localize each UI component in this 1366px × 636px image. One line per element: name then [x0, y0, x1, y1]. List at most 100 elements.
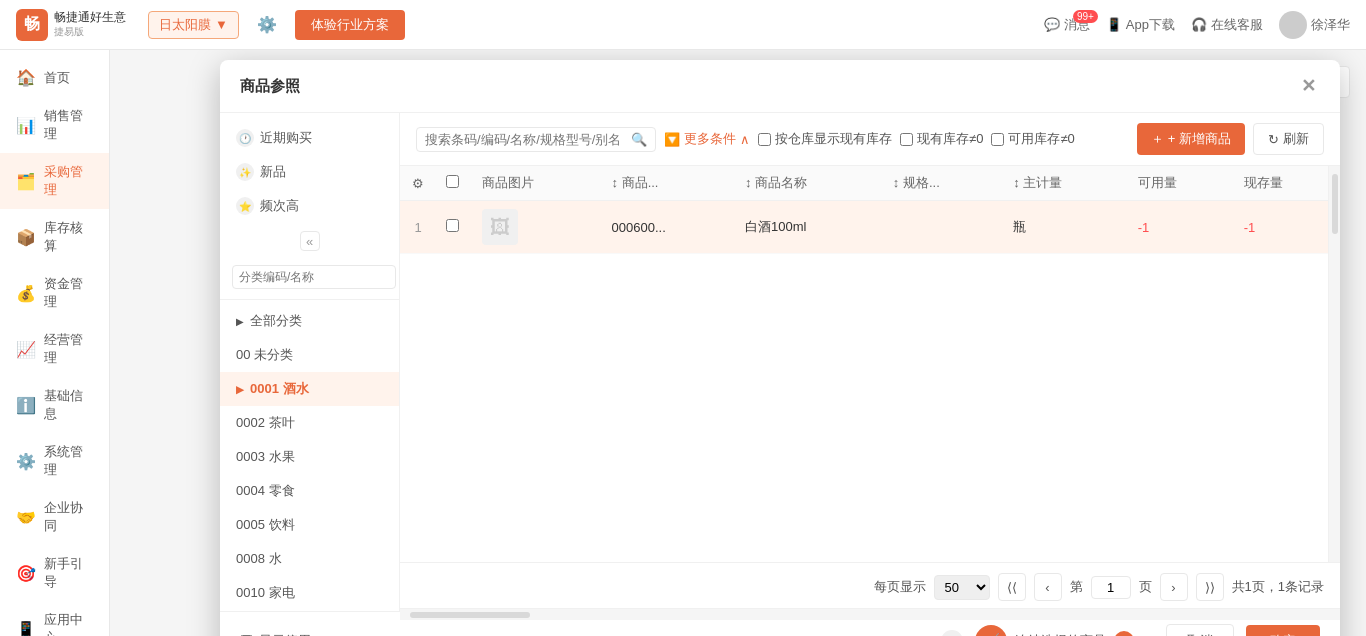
- sidebar-label: 新手引导: [44, 555, 93, 591]
- message-badge: 99+: [1073, 10, 1098, 23]
- sidebar-item-enterprise[interactable]: 🤝 企业协同: [0, 489, 109, 545]
- sidebar-item-finance[interactable]: 💰 资金管理: [0, 265, 109, 321]
- app-download-button[interactable]: 📱 App下载: [1106, 16, 1175, 34]
- col-name[interactable]: ↕ 商品名称: [735, 166, 883, 201]
- add-product-button[interactable]: ＋ + 新增商品: [1137, 123, 1245, 155]
- info-icon: ℹ️: [16, 396, 36, 415]
- high-frequency-filter[interactable]: ⭐ 频次高: [220, 189, 399, 223]
- first-page-button[interactable]: ⟨⟨: [998, 573, 1026, 601]
- category-search-row: 🔍: [220, 259, 399, 295]
- sidebar-label: 库存核算: [44, 219, 93, 255]
- sidebar-item-system[interactable]: ⚙️ 系统管理: [0, 433, 109, 489]
- category-label: 0008 水: [236, 550, 282, 568]
- sidebar-item-purchase[interactable]: 🗂️ 采购管理: [0, 153, 109, 209]
- category-0004[interactable]: 0004 零食: [220, 474, 399, 508]
- product-search-wrap: 🔍: [416, 127, 656, 152]
- pagination: 每页显示 10 20 50 100 ⟨⟨ ‹ 第 页 › ⟩⟩: [400, 562, 1340, 611]
- category-all[interactable]: ▶ 全部分类: [220, 304, 399, 338]
- messages-button[interactable]: 💬 消息 99+: [1044, 16, 1090, 34]
- category-label: 全部分类: [250, 312, 302, 330]
- category-label: 00 未分类: [236, 346, 293, 364]
- new-icon: ✨: [236, 163, 254, 181]
- toolbar-right: ＋ + 新增商品 ↻ 刷新: [1137, 123, 1324, 155]
- checkbox-warehouse-stock[interactable]: 按仓库显示现有库存: [758, 130, 892, 148]
- cart-icon[interactable]: 🛒: [975, 625, 1007, 636]
- user-profile[interactable]: 徐泽华: [1279, 11, 1350, 39]
- chevron-up-icon[interactable]: ∧: [1142, 632, 1154, 637]
- col-unit[interactable]: ↕ 主计量: [1003, 166, 1127, 201]
- category-search-input[interactable]: [232, 265, 396, 289]
- right-panel: 🔍 🔽 更多条件 ∧ 按仓库显示现有库存: [400, 113, 1340, 611]
- home-icon: 🏠: [16, 68, 36, 87]
- next-page-button[interactable]: ›: [1160, 573, 1188, 601]
- col-image: 商品图片: [472, 166, 602, 201]
- dialog-close-button[interactable]: ✕: [1296, 74, 1320, 98]
- store-selector[interactable]: 日太阳膜 ▼: [148, 11, 239, 39]
- vertical-scrollbar[interactable]: [1328, 166, 1340, 562]
- sidebar-item-apps[interactable]: 📱 应用中心: [0, 601, 109, 636]
- purchase-icon: 🗂️: [16, 172, 36, 191]
- sidebar-item-home[interactable]: 🏠 首页: [0, 58, 109, 97]
- sidebar-label: 资金管理: [44, 275, 93, 311]
- enterprise-icon: 🤝: [16, 508, 36, 527]
- product-search-input[interactable]: [425, 132, 625, 147]
- cart-count: 0: [1114, 631, 1134, 636]
- sidebar-item-inventory[interactable]: 📦 库存核算: [0, 209, 109, 265]
- main-content: 查询 设置 刷新 商品参照 ✕ 🕐 近期购买 ✨: [110, 50, 1366, 636]
- online-service-button[interactable]: 🎧 在线客服: [1191, 16, 1263, 34]
- table-row[interactable]: 1 🖼 000600... 白酒100ml 瓶 -1: [400, 201, 1340, 254]
- search-icon[interactable]: 🔍: [631, 132, 647, 147]
- row-checkbox-cell[interactable]: [436, 201, 472, 254]
- col-code[interactable]: ↕ 商品...: [602, 166, 736, 201]
- col-available: 可用量: [1128, 166, 1234, 201]
- row-stock-cell: -1: [1234, 201, 1340, 254]
- select-all-checkbox[interactable]: [446, 175, 459, 188]
- col-settings[interactable]: ⚙: [400, 166, 436, 201]
- arrow-right-icon: ▶: [236, 384, 244, 395]
- category-label: 0002 茶叶: [236, 414, 295, 432]
- category-0010[interactable]: 0010 家电: [220, 576, 399, 610]
- prev-page-button[interactable]: ‹: [1034, 573, 1062, 601]
- recent-purchase-filter[interactable]: 🕐 近期购买: [220, 121, 399, 155]
- logo-area: 畅 畅捷通好生意 捷易版: [16, 9, 136, 41]
- message-icon: 💬: [1044, 17, 1060, 32]
- help-icon[interactable]: ?: [941, 630, 963, 636]
- checkbox-stock-not-zero[interactable]: 现有库存≠0: [900, 130, 983, 148]
- sidebar-item-guide[interactable]: 🎯 新手引导: [0, 545, 109, 601]
- per-page-label: 每页显示: [874, 578, 926, 596]
- page-size-select[interactable]: 10 20 50 100: [934, 575, 990, 600]
- logo-icon: 畅: [16, 9, 48, 41]
- sidebar-item-operations[interactable]: 📈 经营管理: [0, 321, 109, 377]
- filter-bar: 🔍 🔽 更多条件 ∧ 按仓库显示现有库存: [400, 113, 1340, 166]
- trial-button[interactable]: 体验行业方案: [295, 10, 405, 40]
- more-conditions-button[interactable]: 🔽 更多条件 ∧: [664, 130, 750, 148]
- product-reference-dialog: 商品参照 ✕ 🕐 近期购买 ✨ 新品 ⭐ 频次: [220, 60, 1340, 636]
- col-select-all[interactable]: [436, 166, 472, 201]
- settings-icon[interactable]: ⚙️: [251, 9, 283, 41]
- left-panel: 🕐 近期购买 ✨ 新品 ⭐ 频次高 «: [220, 113, 400, 611]
- category-0001[interactable]: ▶ 0001 酒水: [220, 372, 399, 406]
- show-disabled-checkbox[interactable]: 显示停用: [240, 632, 311, 636]
- row-spec-cell: [883, 201, 1003, 254]
- horizontal-scrollbar[interactable]: [400, 608, 1340, 611]
- page-input[interactable]: [1091, 576, 1131, 599]
- row-checkbox[interactable]: [446, 219, 459, 232]
- category-0005[interactable]: 0005 饮料: [220, 508, 399, 542]
- category-0002[interactable]: 0002 茶叶: [220, 406, 399, 440]
- category-0003[interactable]: 0003 水果: [220, 440, 399, 474]
- last-page-button[interactable]: ⟩⟩: [1196, 573, 1224, 601]
- product-image: 🖼: [482, 209, 518, 245]
- checkbox-available-not-zero[interactable]: 可用库存≠0: [991, 130, 1074, 148]
- collapse-button[interactable]: «: [300, 231, 320, 251]
- cancel-button[interactable]: 取消: [1166, 624, 1234, 636]
- confirm-button[interactable]: 确定: [1246, 625, 1320, 636]
- category-0008[interactable]: 0008 水: [220, 542, 399, 576]
- sidebar-item-basic-info[interactable]: ℹ️ 基础信息: [0, 377, 109, 433]
- col-spec[interactable]: ↕ 规格...: [883, 166, 1003, 201]
- new-product-filter[interactable]: ✨ 新品: [220, 155, 399, 189]
- filter-label: 近期购买: [260, 129, 312, 147]
- category-00[interactable]: 00 未分类: [220, 338, 399, 372]
- sidebar-item-sales[interactable]: 📊 销售管理: [0, 97, 109, 153]
- ops-icon: 📈: [16, 340, 36, 359]
- refresh-button[interactable]: ↻ 刷新: [1253, 123, 1324, 155]
